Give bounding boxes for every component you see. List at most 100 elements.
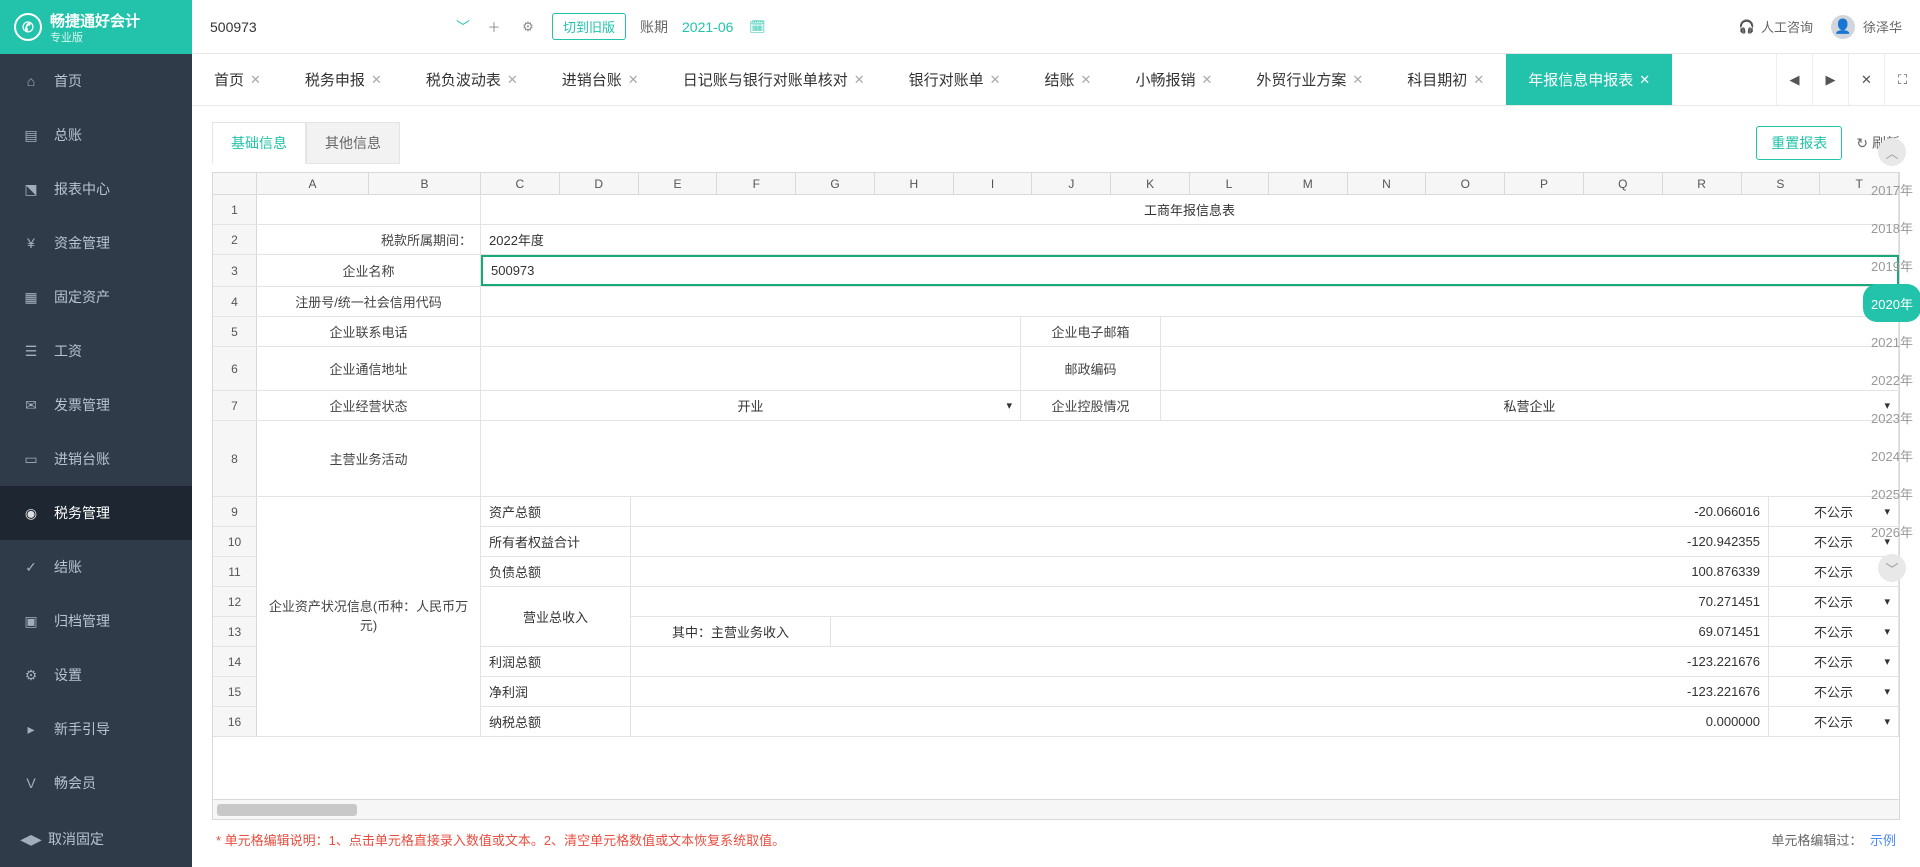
tabs-prev[interactable]: ◀ — [1776, 54, 1812, 105]
col-head-E[interactable]: E — [639, 173, 718, 194]
tabs-next[interactable]: ▶ — [1812, 54, 1848, 105]
input-company-name[interactable]: 500973 — [481, 255, 1899, 286]
col-head-O[interactable]: O — [1426, 173, 1505, 194]
row-number[interactable]: 3 — [213, 255, 257, 286]
doc-tab-5[interactable]: 银行对账单✕ — [887, 54, 1023, 105]
example-link[interactable]: 示例 — [1870, 833, 1896, 848]
col-head-S[interactable]: S — [1742, 173, 1821, 194]
nav-item-11[interactable]: ⚙设置 — [0, 648, 192, 702]
input-credit-code[interactable] — [481, 287, 1899, 316]
doc-tab-4[interactable]: 日记账与银行对账单核对✕ — [661, 54, 887, 105]
doc-tab-6[interactable]: 结账✕ — [1023, 54, 1114, 105]
year-down[interactable]: ﹀ — [1878, 554, 1906, 582]
switch-old-button[interactable]: 切到旧版 — [552, 13, 626, 40]
year-2024年[interactable]: 2024年 — [1863, 436, 1920, 474]
col-head-J[interactable]: J — [1032, 173, 1111, 194]
row-number[interactable]: 12 — [213, 587, 257, 617]
year-2026年[interactable]: 2026年 — [1863, 512, 1920, 550]
year-2023年[interactable]: 2023年 — [1863, 398, 1920, 436]
row-number[interactable]: 10 — [213, 527, 257, 557]
inner-tab-other[interactable]: 其他信息 — [306, 122, 400, 164]
fullscreen-icon[interactable]: ⛶ — [1884, 54, 1920, 105]
tab-close-icon[interactable]: ✕ — [990, 72, 1001, 88]
input-main-business[interactable] — [481, 421, 1899, 496]
row-number[interactable]: 8 — [213, 421, 257, 496]
tab-close-icon[interactable]: ✕ — [854, 72, 865, 88]
val-12[interactable]: 70.271451 — [631, 587, 1769, 616]
gear-icon[interactable]: ⚙ — [518, 17, 538, 37]
row-number[interactable]: 7 — [213, 391, 257, 420]
doc-tab-2[interactable]: 税负波动表✕ — [404, 54, 540, 105]
nav-item-0[interactable]: ⌂首页 — [0, 54, 192, 108]
val-15[interactable]: -123.221676 — [631, 677, 1769, 706]
nav-item-12[interactable]: ▸新手引导 — [0, 702, 192, 756]
tab-close-icon[interactable]: ✕ — [628, 72, 639, 88]
tab-close-icon[interactable]: ✕ — [371, 72, 382, 88]
col-head-H[interactable]: H — [875, 173, 954, 194]
col-head-D[interactable]: D — [560, 173, 639, 194]
tab-close-icon[interactable]: ✕ — [1473, 72, 1484, 88]
col-head-G[interactable]: G — [796, 173, 875, 194]
nav-item-1[interactable]: ▤总账 — [0, 108, 192, 162]
nav-item-4[interactable]: ▦固定资产 — [0, 270, 192, 324]
row-number[interactable]: 14 — [213, 647, 257, 677]
year-2021年[interactable]: 2021年 — [1863, 322, 1920, 360]
disp-13[interactable]: 不公示 — [1769, 617, 1899, 646]
val-10[interactable]: -120.942355 — [631, 527, 1769, 556]
doc-tab-7[interactable]: 小畅报销✕ — [1113, 54, 1234, 105]
add-icon[interactable]: ＋ — [484, 17, 504, 37]
row-number[interactable]: 9 — [213, 497, 257, 527]
horizontal-scrollbar[interactable] — [213, 799, 1899, 819]
select-all-corner[interactable] — [213, 173, 257, 194]
nav-item-13[interactable]: V畅会员 — [0, 756, 192, 810]
select-status[interactable]: 开业 — [481, 391, 1021, 420]
row-number[interactable]: 6 — [213, 347, 257, 390]
reset-report-button[interactable]: 重置报表 — [1756, 126, 1842, 160]
disp-15[interactable]: 不公示 — [1769, 677, 1899, 706]
val-13[interactable]: 69.071451 — [831, 617, 1769, 646]
row-number[interactable]: 2 — [213, 225, 257, 254]
disp-12[interactable]: 不公示 — [1769, 587, 1899, 616]
inner-tab-basic[interactable]: 基础信息 — [212, 122, 306, 164]
row-number[interactable]: 16 — [213, 707, 257, 737]
col-head-L[interactable]: L — [1190, 173, 1269, 194]
val-9[interactable]: -20.066016 — [631, 497, 1769, 526]
scroll-thumb[interactable] — [217, 804, 357, 816]
doc-tab-8[interactable]: 外贸行业方案✕ — [1234, 54, 1385, 105]
select-holding[interactable]: 私营企业 — [1161, 391, 1899, 420]
tab-close-icon[interactable]: ✕ — [507, 72, 518, 88]
year-2022年[interactable]: 2022年 — [1863, 360, 1920, 398]
row-number[interactable]: 4 — [213, 287, 257, 316]
tab-close-icon[interactable]: ✕ — [1352, 72, 1363, 88]
row-number[interactable]: 11 — [213, 557, 257, 587]
nav-item-9[interactable]: ✓结账 — [0, 540, 192, 594]
row-number[interactable]: 13 — [213, 617, 257, 647]
project-select[interactable]: 500973 ﹀ — [210, 17, 470, 37]
col-head-N[interactable]: N — [1348, 173, 1427, 194]
nav-item-5[interactable]: ☰工资 — [0, 324, 192, 378]
year-2020年[interactable]: 2020年 — [1863, 284, 1920, 322]
input-phone[interactable] — [481, 317, 1021, 346]
row-number[interactable]: 15 — [213, 677, 257, 707]
val-16[interactable]: 0.000000 — [631, 707, 1769, 736]
year-up[interactable]: ︿ — [1878, 138, 1906, 166]
year-2017年[interactable]: 2017年 — [1863, 170, 1920, 208]
col-head-M[interactable]: M — [1269, 173, 1348, 194]
period-value[interactable]: 2021-06 — [682, 19, 733, 35]
nav-item-3[interactable]: ¥资金管理 — [0, 216, 192, 270]
col-head-A[interactable]: A — [257, 173, 369, 194]
user-menu[interactable]: 👤 徐泽华 — [1831, 15, 1902, 39]
year-2025年[interactable]: 2025年 — [1863, 474, 1920, 512]
val-11[interactable]: 100.876339 — [631, 557, 1769, 586]
col-head-I[interactable]: I — [954, 173, 1033, 194]
col-head-Q[interactable]: Q — [1584, 173, 1663, 194]
year-2019年[interactable]: 2019年 — [1863, 246, 1920, 284]
disp-16[interactable]: 不公示 — [1769, 707, 1899, 736]
doc-tab-1[interactable]: 税务申报✕ — [283, 54, 404, 105]
doc-tab-9[interactable]: 科目期初✕ — [1385, 54, 1506, 105]
sidebar-unpin[interactable]: ◀▶ 取消固定 — [0, 811, 192, 867]
nav-item-7[interactable]: ▭进销台账 — [0, 432, 192, 486]
disp-14[interactable]: 不公示 — [1769, 647, 1899, 676]
tab-close-icon[interactable]: ✕ — [1639, 72, 1650, 88]
col-head-F[interactable]: F — [717, 173, 796, 194]
